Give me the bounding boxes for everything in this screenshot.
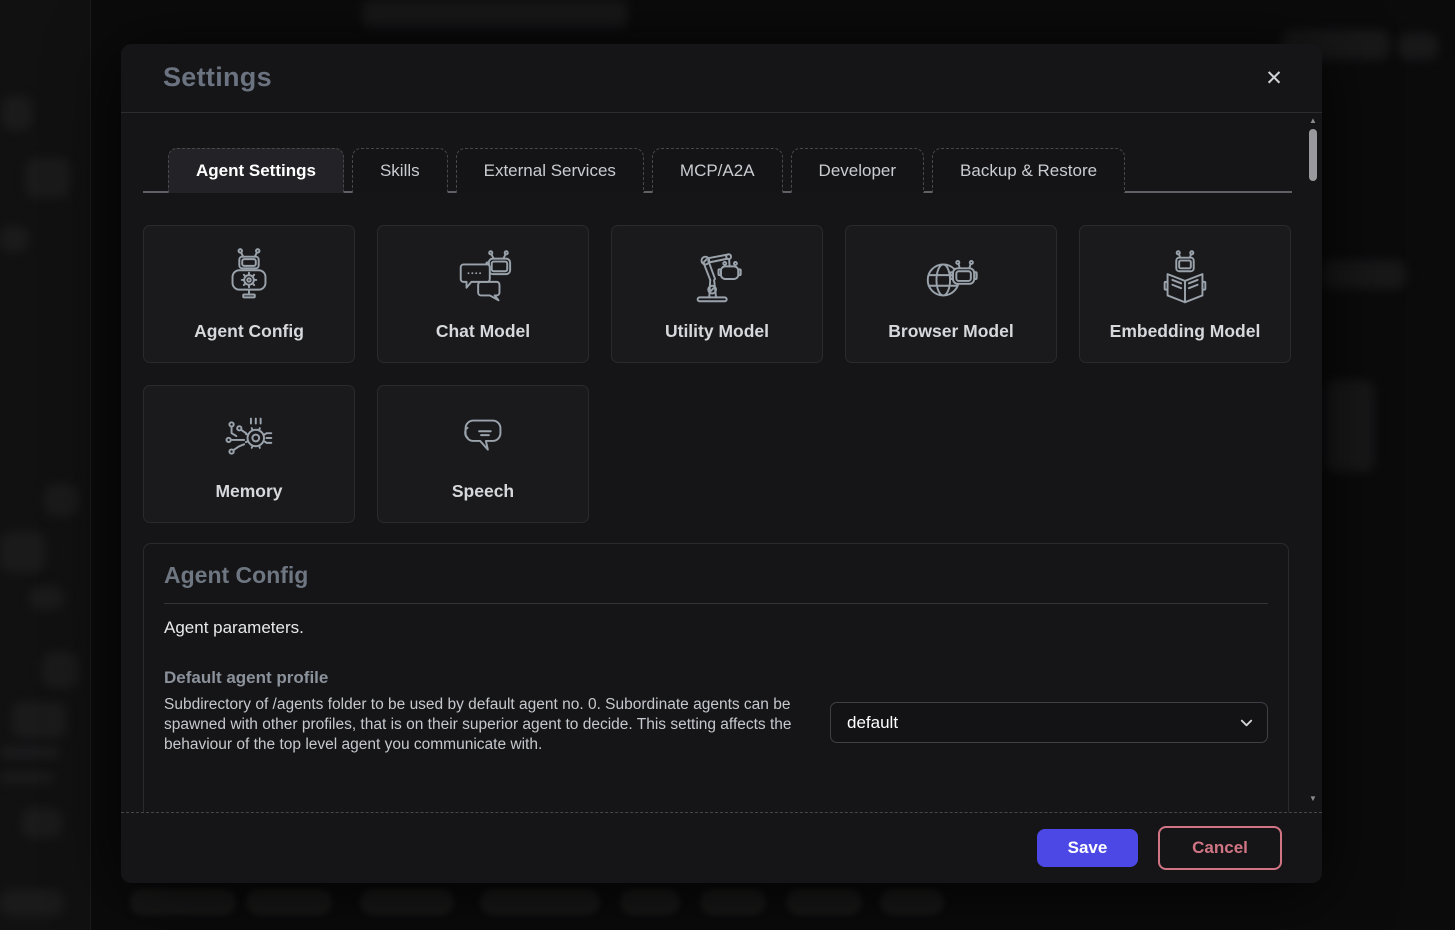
dimmed-toolbar-pill xyxy=(620,889,680,915)
field-default-agent-profile: Default agent profile Subdirectory of /a… xyxy=(164,668,1268,755)
card-memory[interactable]: Memory xyxy=(143,385,355,523)
agent-config-icon xyxy=(210,247,288,309)
tab-developer[interactable]: Developer xyxy=(791,148,925,193)
dimmed-header-item xyxy=(1398,33,1438,60)
chat-model-icon xyxy=(444,247,522,309)
browser-model-icon xyxy=(912,247,990,309)
card-browser-model[interactable]: Browser Model xyxy=(845,225,1057,363)
settings-modal: Settings ✕ Agent SettingsSkillsExternal … xyxy=(121,44,1322,883)
card-label: Chat Model xyxy=(436,321,530,342)
tabbar: Agent SettingsSkillsExternal ServicesMCP… xyxy=(168,148,1125,193)
card-label: Embedding Model xyxy=(1110,321,1261,342)
card-agent-config[interactable]: Agent Config xyxy=(143,225,355,363)
settings-card-grid: Agent Config Chat Model Utility Model Br… xyxy=(143,225,1291,523)
dimmed-panel-item xyxy=(1322,260,1406,289)
dimmed-toolbar-pill xyxy=(130,889,236,915)
dimmed-sidebar-item xyxy=(22,808,62,838)
section-divider xyxy=(164,603,1268,604)
dimmed-sidebar xyxy=(0,0,90,930)
modal-footer: Save Cancel xyxy=(121,812,1322,883)
card-label: Browser Model xyxy=(888,321,1013,342)
card-label: Utility Model xyxy=(665,321,769,342)
dimmed-toolbar-pill xyxy=(480,889,600,915)
embedding-model-icon xyxy=(1146,247,1224,309)
card-label: Agent Config xyxy=(194,321,304,342)
dimmed-sidebar-item xyxy=(30,586,64,610)
scroll-up-icon[interactable]: ▲ xyxy=(1306,115,1320,127)
section-subtitle: Agent parameters. xyxy=(164,618,1268,638)
dimmed-sidebar-item xyxy=(0,226,28,252)
dimmed-toolbar-pill xyxy=(880,889,944,915)
modal-scrollbar[interactable]: ▲ ▼ xyxy=(1306,115,1320,805)
default-agent-profile-select[interactable]: default xyxy=(830,702,1268,743)
card-utility-model[interactable]: Utility Model xyxy=(611,225,823,363)
dimmed-sidebar-item xyxy=(0,890,64,916)
scroll-down-icon[interactable]: ▼ xyxy=(1306,793,1320,805)
sidebar-divider xyxy=(90,0,91,930)
speech-icon xyxy=(444,407,522,469)
dimmed-sidebar-item xyxy=(26,158,70,198)
close-icon[interactable]: ✕ xyxy=(1258,63,1290,95)
modal-header: Settings ✕ xyxy=(121,44,1322,113)
dimmed-sidebar-item xyxy=(12,702,66,738)
section-title: Agent Config xyxy=(164,560,1268,590)
dimmed-sidebar-item xyxy=(0,746,60,759)
dimmed-sidebar-item xyxy=(2,96,32,130)
card-label: Speech xyxy=(452,481,514,502)
tab-external-services[interactable]: External Services xyxy=(456,148,644,193)
tab-agent-settings[interactable]: Agent Settings xyxy=(168,148,344,193)
scrollbar-thumb[interactable] xyxy=(1309,129,1317,181)
memory-icon xyxy=(210,407,288,469)
agent-config-section: Agent Config Agent parameters. Default a… xyxy=(143,543,1289,812)
dimmed-toolbar-pill xyxy=(246,889,332,915)
card-embedding-model[interactable]: Embedding Model xyxy=(1079,225,1291,363)
dimmed-sidebar-item xyxy=(44,484,78,516)
card-speech[interactable]: Speech xyxy=(377,385,589,523)
dimmed-toolbar-pill xyxy=(786,889,862,915)
field-label: Default agent profile xyxy=(164,668,809,688)
dimmed-panel-item xyxy=(1326,380,1374,472)
field-description: Subdirectory of /agents folder to be use… xyxy=(164,695,809,755)
tab-mcp-a2a[interactable]: MCP/A2A xyxy=(652,148,783,193)
dimmed-sidebar-item xyxy=(0,532,46,572)
tab-skills[interactable]: Skills xyxy=(352,148,448,193)
save-button[interactable]: Save xyxy=(1037,829,1138,867)
card-chat-model[interactable]: Chat Model xyxy=(377,225,589,363)
card-label: Memory xyxy=(215,481,282,502)
dimmed-toolbar-pill xyxy=(700,889,766,915)
dimmed-sidebar-item xyxy=(0,772,54,783)
modal-content: Agent SettingsSkillsExternal ServicesMCP… xyxy=(121,113,1322,812)
utility-model-icon xyxy=(678,247,756,309)
dimmed-topbar-item xyxy=(362,0,628,28)
tab-backup-restore[interactable]: Backup & Restore xyxy=(932,148,1125,193)
cancel-button[interactable]: Cancel xyxy=(1158,826,1282,870)
modal-title: Settings xyxy=(163,62,272,93)
dimmed-sidebar-item xyxy=(42,652,78,688)
dimmed-toolbar-pill xyxy=(360,889,454,915)
